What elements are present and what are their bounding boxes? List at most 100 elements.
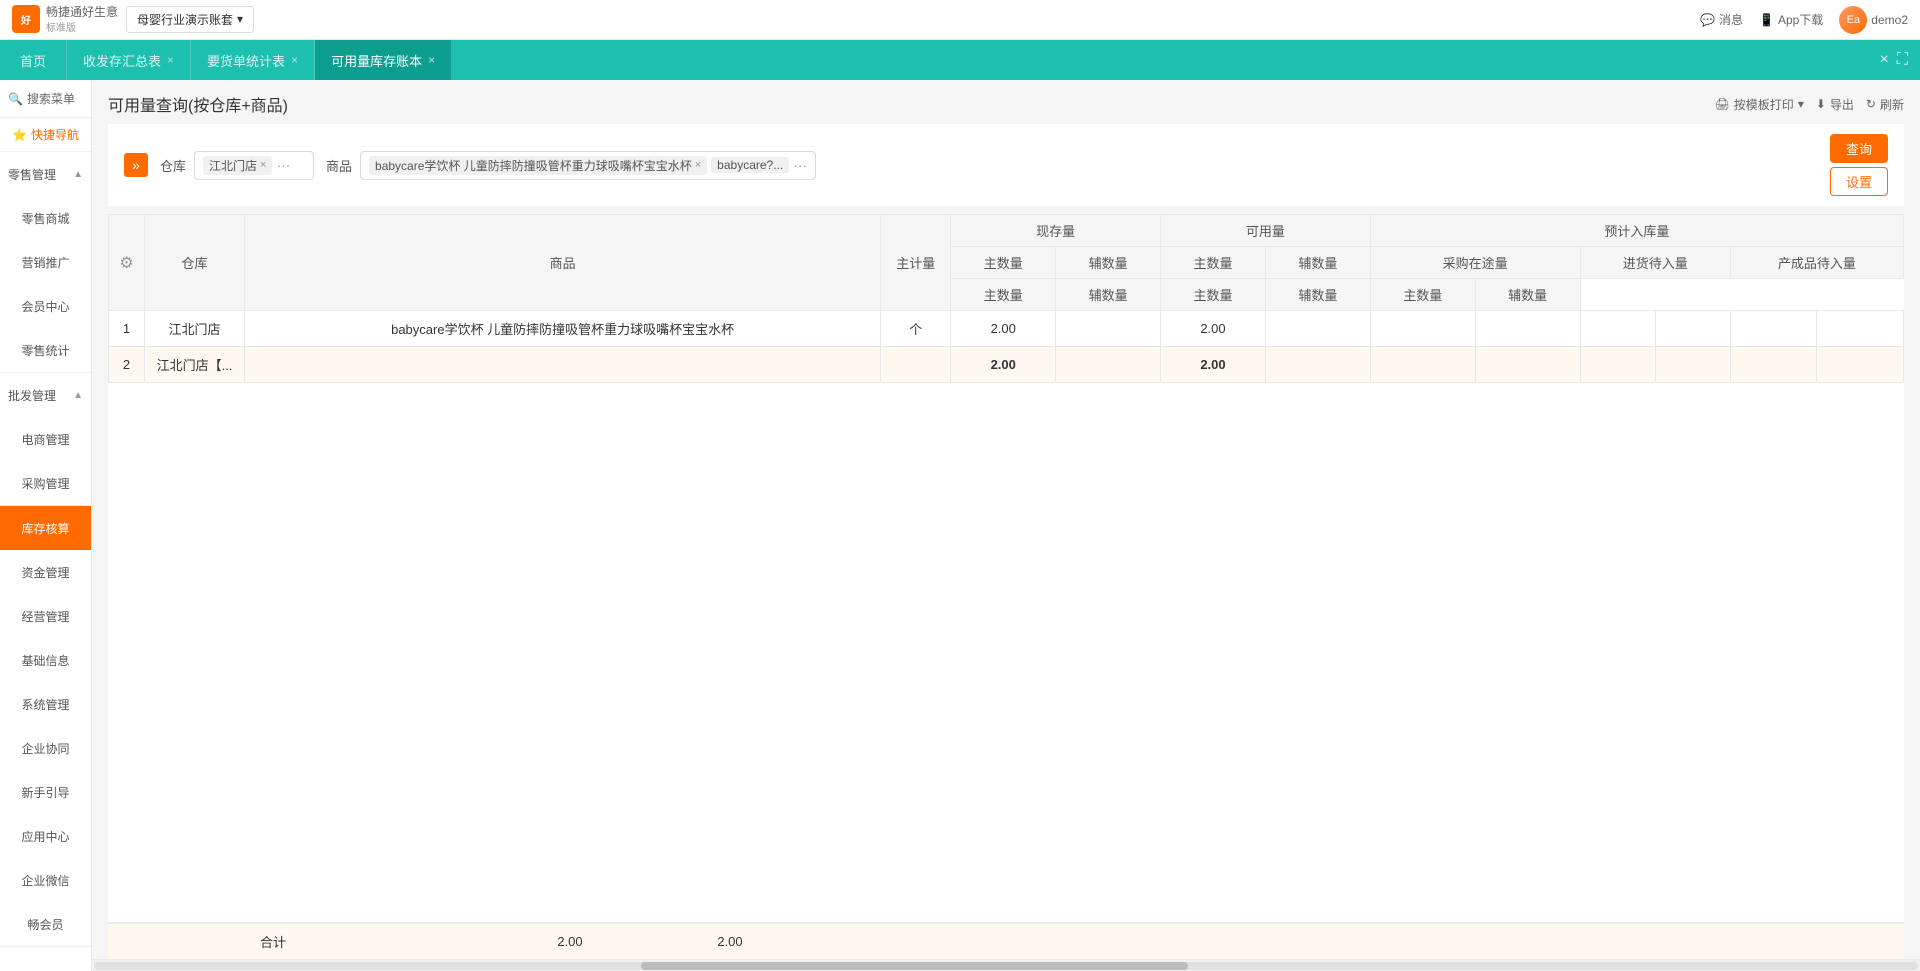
refresh-label: 刷新 (1880, 96, 1904, 113)
export-icon: ⬇ (1816, 97, 1826, 111)
fullscreen-button[interactable]: ⛶ (1897, 51, 1908, 69)
header-warehouse: 仓库 (145, 215, 245, 311)
header-avail-aux: 辅数量 (1265, 247, 1370, 279)
cell-no-1: 1 (109, 311, 145, 347)
warehouse-tag-text: 江北门店 (209, 157, 257, 174)
sidebar-item-enterprise-label: 企业协同 (21, 740, 69, 757)
phone-icon: 📱 (1759, 13, 1774, 27)
header-incoming: 进货待入量 (1580, 247, 1730, 279)
app-download-button[interactable]: 📱 App下载 (1759, 11, 1823, 28)
warehouse-tag-close[interactable]: × (260, 159, 266, 171)
bottom-scrollbar[interactable] (92, 959, 1920, 971)
sidebar-item-ecommerce[interactable]: 电商管理 (0, 417, 91, 461)
cell-incoming-aux-2 (1655, 347, 1730, 383)
table-subtotal-row: 2 江北门店【... 2.00 2.00 (109, 347, 1904, 383)
table-footer: 合计 2.00 2.00 (108, 922, 1904, 959)
header-incoming-aux: 辅数量 (1265, 279, 1370, 311)
message-button[interactable]: 💬 消息 (1700, 11, 1743, 28)
tab-orders[interactable]: 要货单统计表 × (191, 40, 315, 80)
sidebar-item-member2[interactable]: 畅会员 (0, 902, 91, 946)
sidebar-item-zero-sales[interactable]: 零售管理 ▲ (0, 152, 91, 196)
sidebar-item-wholesale[interactable]: 批发管理 ▲ (0, 373, 91, 417)
header-planned-in: 预计入库量 (1370, 215, 1903, 247)
sidebar-item-purchase-label: 采购管理 (21, 475, 69, 492)
sidebar-item-operations[interactable]: 经营管理 (0, 594, 91, 638)
cell-finished-main-1 (1730, 311, 1817, 347)
nav-tabs: 首页 收发存汇总表 × 要货单统计表 × 可用量库存账本 × × ⛶ (0, 40, 1920, 80)
header-purchase-transit: 采购在途量 (1370, 247, 1580, 279)
table-gear-icon[interactable]: ⚙ (119, 255, 133, 272)
sidebar-section-inventory: 库存核算 资金管理 经营管理 基础信息 系统管理 企业协同 新手引导 应用中心 (0, 506, 91, 947)
sidebar-search[interactable]: 🔍 搜索菜单 (0, 80, 91, 118)
tab-available-close[interactable]: × (428, 53, 435, 67)
product-tag-2-text: babycare?... (717, 158, 783, 172)
sidebar-item-wechat[interactable]: 企业微信 (0, 858, 91, 902)
warehouse-filter-group: 仓库 江北门店 × ··· (160, 151, 314, 180)
product-filter-label: 商品 (326, 156, 352, 175)
template-print-button[interactable]: 🖨 按模板打印 ▾ (1715, 96, 1804, 113)
scroll-track (94, 962, 1918, 970)
sidebar-item-apps[interactable]: 应用中心 (0, 814, 91, 858)
cell-warehouse-2: 江北门店【... (145, 347, 245, 383)
sidebar-item-finance-label: 资金管理 (21, 564, 69, 581)
sidebar-item-retail-stats-label: 零售统计 (21, 342, 69, 359)
sidebar-item-enterprise[interactable]: 企业协同 (0, 726, 91, 770)
tab-orders-close[interactable]: × (291, 53, 298, 67)
query-button[interactable]: 查询 (1830, 134, 1888, 163)
chevron-icon: ▲ (73, 169, 83, 180)
chevron-down-icon: ▾ (237, 12, 243, 26)
sidebar-item-system[interactable]: 系统管理 (0, 682, 91, 726)
header-finished-aux: 辅数量 (1475, 279, 1580, 311)
sidebar-item-inventory-label: 库存核算 (21, 520, 69, 537)
tab-available-label: 可用量库存账本 (331, 51, 422, 70)
tab-home[interactable]: 首页 (0, 40, 67, 80)
product-tag-1-close[interactable]: × (695, 159, 701, 171)
refresh-button[interactable]: ↻ 刷新 (1866, 96, 1904, 113)
settings-button[interactable]: 设置 (1830, 167, 1888, 196)
sidebar-item-operations-label: 经营管理 (21, 608, 69, 625)
cell-warehouse-1: 江北门店 (145, 311, 245, 347)
sidebar-item-purchase[interactable]: 采购管理 (0, 461, 91, 505)
product-filter-more[interactable]: ··· (793, 157, 807, 173)
sidebar-item-member[interactable]: 会员中心 (0, 284, 91, 328)
header-unit: 主计量 (881, 215, 951, 311)
header-incoming-main: 主数量 (1161, 279, 1266, 311)
sidebar-item-inventory[interactable]: 库存核算 (0, 506, 91, 550)
industry-selector[interactable]: 母婴行业演示账套 ▾ (126, 6, 254, 33)
search-icon: 🔍 (8, 92, 23, 106)
product-filter-input[interactable]: babycare学饮杯 儿童防摔防撞吸管杯重力球吸嘴杯宝宝水杯 × babyca… (360, 151, 816, 180)
header-avail-main: 主数量 (1161, 247, 1266, 279)
header-finished-main: 主数量 (1370, 279, 1475, 311)
sidebar-item-member2-label: 畅会员 (27, 916, 63, 933)
header-stock-main: 主数量 (951, 247, 1056, 279)
header-stock: 现存量 (951, 215, 1161, 247)
user-profile[interactable]: Ea demo2 (1839, 6, 1908, 34)
sidebar-item-ecommerce-label: 电商管理 (21, 431, 69, 448)
content-area: 可用量查询(按仓库+商品) 🖨 按模板打印 ▾ ⬇ 导出 ↻ 刷新 (92, 80, 1920, 971)
tab-receipts[interactable]: 收发存汇总表 × (67, 40, 191, 80)
export-button[interactable]: ⬇ 导出 (1816, 96, 1854, 113)
page-actions: 🖨 按模板打印 ▾ ⬇ 导出 ↻ 刷新 (1715, 96, 1904, 113)
top-bar-right: 💬 消息 📱 App下载 Ea demo2 (1700, 6, 1908, 34)
header-product: 商品 (245, 215, 881, 311)
tab-available[interactable]: 可用量库存账本 × (315, 40, 452, 80)
refresh-icon: ↻ (1866, 97, 1876, 111)
sidebar-item-basics[interactable]: 基础信息 (0, 638, 91, 682)
sidebar: 🔍 搜索菜单 ⭐ 快捷导航 零售管理 ▲ 零售商城 营销推广 会员中心 零售统计 (0, 80, 92, 971)
header-gear: ⚙ (109, 215, 145, 311)
sidebar-item-mall[interactable]: 零售商城 (0, 196, 91, 240)
sidebar-section-wholesale: 批发管理 ▲ 电商管理 采购管理 (0, 373, 91, 506)
quick-nav[interactable]: ⭐ 快捷导航 (0, 118, 91, 152)
data-table: ⚙ 仓库 商品 主计量 现存量 可用量 预计入库量 主数量 辅数量 (108, 214, 1904, 383)
filter-expand-button[interactable]: » (124, 153, 148, 177)
tab-receipts-close[interactable]: × (167, 53, 174, 67)
warehouse-filter-input[interactable]: 江北门店 × ··· (194, 151, 314, 180)
sidebar-item-system-label: 系统管理 (21, 696, 69, 713)
warehouse-filter-more[interactable]: ··· (276, 157, 290, 173)
sidebar-item-finance[interactable]: 资金管理 (0, 550, 91, 594)
sidebar-item-guide[interactable]: 新手引导 (0, 770, 91, 814)
close-all-button[interactable]: × (1879, 51, 1888, 69)
sidebar-item-marketing[interactable]: 营销推广 (0, 240, 91, 284)
sidebar-item-retail-stats[interactable]: 零售统计 (0, 328, 91, 372)
industry-label: 母婴行业演示账套 (137, 11, 233, 28)
